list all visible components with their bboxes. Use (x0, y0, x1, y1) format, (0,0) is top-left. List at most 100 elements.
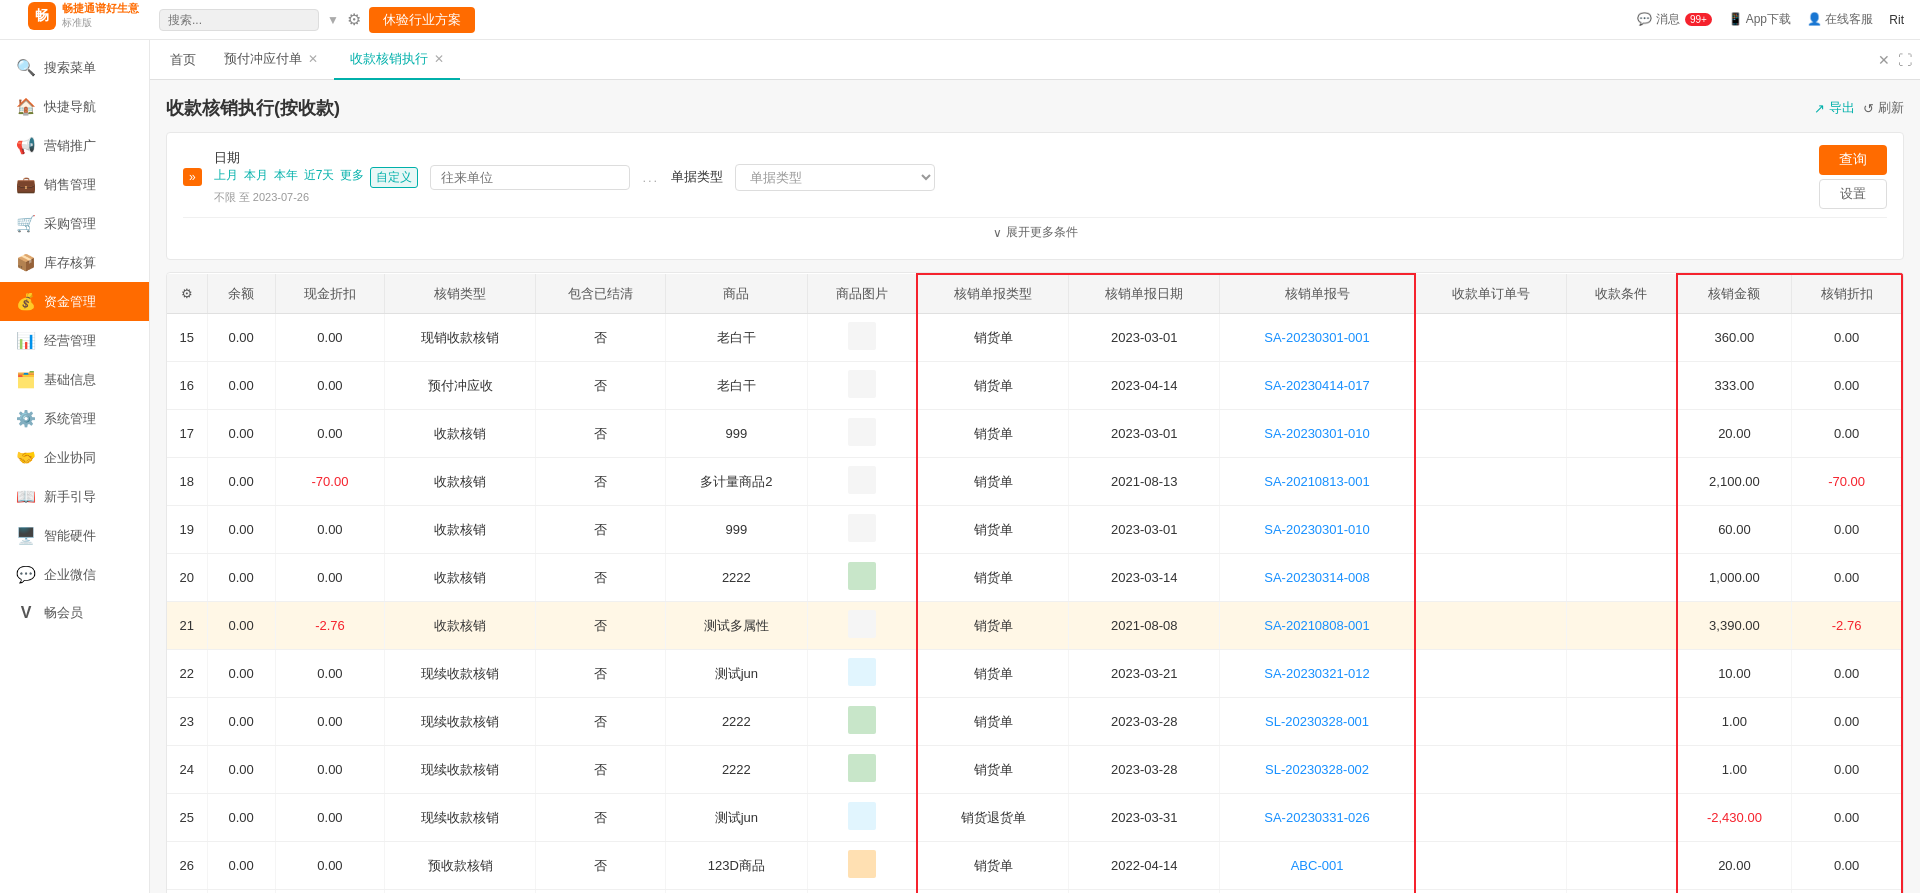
bill-type-select[interactable]: 单据类型 (735, 164, 935, 191)
sidebar-item-wechat[interactable]: 💬 企业微信 (0, 555, 149, 594)
solution-button[interactable]: 休验行业方案 (369, 7, 475, 33)
bill-no-link[interactable]: SA-20230331-026 (1264, 810, 1370, 825)
message-link[interactable]: 💬 消息 99+ (1637, 11, 1712, 28)
table-row: 26 0.00 0.00 预收款核销 否 123D商品 销货单 2022-04-… (167, 842, 1902, 890)
th-bill-report-type: 核销单报类型 (917, 274, 1069, 314)
guide-icon: 📖 (16, 487, 36, 506)
cell-bill-report-type: 销货单 (917, 746, 1069, 794)
cell-writeoff-type: 收款核销 (385, 458, 536, 506)
settings-button[interactable]: 设置 (1819, 179, 1887, 209)
sidebar-item-base[interactable]: 🗂️ 基础信息 (0, 360, 149, 399)
date-this-month[interactable]: 本月 (244, 167, 268, 188)
date-custom[interactable]: 自定义 (370, 167, 418, 188)
table-row: 25 0.00 0.00 现续收款核销 否 测试jun 销货退货单 2023-0… (167, 794, 1902, 842)
filter-dots: ... (642, 170, 659, 185)
date-7days[interactable]: 近7天 (304, 167, 335, 188)
sidebar-item-guide[interactable]: 📖 新手引导 (0, 477, 149, 516)
sidebar-item-system[interactable]: ⚙️ 系统管理 (0, 399, 149, 438)
tab-bar: 首页 预付冲应付单 ✕ 收款核销执行 ✕ ✕ ⛶ (150, 40, 1920, 80)
tab-writeoff[interactable]: 收款核销执行 ✕ (334, 40, 460, 80)
th-bill-date: 核销单报日期 (1069, 274, 1220, 314)
cell-receipt-condition (1566, 362, 1676, 410)
cell-balance: 0.00 (207, 698, 275, 746)
bill-no-link[interactable]: SA-20230321-012 (1264, 666, 1370, 681)
cell-balance: 0.00 (207, 650, 275, 698)
cell-receipt-order (1415, 650, 1567, 698)
cell-balance: 0.00 (207, 554, 275, 602)
close-window-icon[interactable]: ✕ (1878, 52, 1890, 68)
sidebar-item-finance[interactable]: 💰 资金管理 (0, 282, 149, 321)
cell-row-id: 24 (167, 746, 207, 794)
date-last-month[interactable]: 上月 (214, 167, 238, 188)
tab-home[interactable]: 首页 (158, 51, 208, 69)
filter-expand-btn[interactable]: » (183, 168, 202, 186)
tab-prepay-close[interactable]: ✕ (308, 52, 318, 66)
cell-bill-date: 2023-03-28 (1069, 698, 1220, 746)
bill-no-link[interactable]: SA-20230414-017 (1264, 378, 1370, 393)
table-row: 21 0.00 -2.76 收款核销 否 测试多属性 销货单 2021-08-0… (167, 602, 1902, 650)
sidebar-item-marketing[interactable]: 📢 营销推广 (0, 126, 149, 165)
cell-writeoff-amount: 100.00 (1677, 890, 1792, 894)
cell-writeoff-amount: 20.00 (1677, 842, 1792, 890)
bill-no-link[interactable]: SA-20230301-010 (1264, 522, 1370, 537)
cell-writeoff-discount: 0.00 (1792, 650, 1902, 698)
sidebar-item-hardware[interactable]: 🖥️ 智能硬件 (0, 516, 149, 555)
cell-writeoff-discount: 0.00 (1792, 794, 1902, 842)
chevron-down-icon: ∨ (993, 226, 1002, 240)
from-unit-input[interactable] (430, 165, 630, 190)
export-icon: ↗ (1814, 101, 1825, 116)
sidebar-item-corp[interactable]: 🤝 企业协同 (0, 438, 149, 477)
cell-writeoff-amount: 1.00 (1677, 746, 1792, 794)
online-service-link[interactable]: 👤 在线客服 (1807, 11, 1873, 28)
cell-goods: 衣服00001 (666, 890, 808, 894)
bill-no-link[interactable]: SA-20230301-001 (1264, 330, 1370, 345)
cell-goods-img (807, 650, 917, 698)
sidebar-item-inventory[interactable]: 📦 库存核算 (0, 243, 149, 282)
cell-goods: 老白干 (666, 362, 808, 410)
th-settings[interactable]: ⚙ (167, 274, 207, 314)
bill-no-link[interactable]: SL-20230328-001 (1265, 714, 1369, 729)
cell-goods: 多计量商品2 (666, 458, 808, 506)
bill-no-link[interactable]: SA-20210813-001 (1264, 474, 1370, 489)
settings-icon[interactable]: ⚙ (347, 10, 361, 29)
gear-icon[interactable]: ⚙ (181, 286, 193, 301)
cell-include-settled: 否 (535, 314, 665, 362)
app-download-link[interactable]: 📱 App下载 (1728, 11, 1791, 28)
date-this-year[interactable]: 本年 (274, 167, 298, 188)
bill-no-link[interactable]: ABC-001 (1291, 858, 1344, 873)
cell-goods: 2222 (666, 554, 808, 602)
top-bar-right: 💬 消息 99+ 📱 App下载 👤 在线客服 Rit (1637, 11, 1904, 28)
dropdown-arrow[interactable]: ▼ (327, 13, 339, 27)
cell-row-id: 27 (167, 890, 207, 894)
sidebar-item-purchase[interactable]: 🛒 采购管理 (0, 204, 149, 243)
system-icon: ⚙️ (16, 409, 36, 428)
bill-no-link[interactable]: SL-20230328-002 (1265, 762, 1369, 777)
query-button[interactable]: 查询 (1819, 145, 1887, 175)
date-more[interactable]: 更多 (340, 167, 364, 188)
bill-no-link[interactable]: SA-20230314-008 (1264, 570, 1370, 585)
export-button[interactable]: ↗ 导出 (1814, 99, 1855, 117)
sidebar-item-member[interactable]: V 畅会员 (0, 594, 149, 632)
bill-no-link[interactable]: SA-20210808-001 (1264, 618, 1370, 633)
cell-receipt-order (1415, 602, 1567, 650)
sidebar-item-search[interactable]: 🔍 搜索菜单 (0, 48, 149, 87)
cell-bill-no: SA-20230321-012 (1220, 650, 1415, 698)
sidebar-item-ops[interactable]: 📊 经营管理 (0, 321, 149, 360)
date-options: 上月 本月 本年 近7天 更多 自定义 (214, 167, 419, 188)
tab-writeoff-close[interactable]: ✕ (434, 52, 444, 66)
tab-prepay[interactable]: 预付冲应付单 ✕ (208, 40, 334, 80)
maximize-icon[interactable]: ⛶ (1898, 52, 1912, 68)
expand-more-bar[interactable]: ∨ 展开更多条件 (183, 217, 1887, 247)
sidebar-item-nav[interactable]: 🏠 快捷导航 (0, 87, 149, 126)
cell-bill-report-type: 销货单 (917, 650, 1069, 698)
refresh-button[interactable]: ↺ 刷新 (1863, 99, 1904, 117)
cell-row-id: 20 (167, 554, 207, 602)
top-bar: 畅 畅捷通谱好生意 标准版 ▼ ⚙ 休验行业方案 💬 消息 99+ 📱 App下… (0, 0, 1920, 40)
sidebar-label-finance: 资金管理 (44, 293, 96, 311)
sidebar-label-corp: 企业协同 (44, 449, 96, 467)
bill-no-link[interactable]: SA-20230301-010 (1264, 426, 1370, 441)
cell-row-id: 16 (167, 362, 207, 410)
search-input[interactable] (159, 9, 319, 31)
sidebar-item-sales[interactable]: 💼 销售管理 (0, 165, 149, 204)
cell-balance: 0.00 (207, 842, 275, 890)
